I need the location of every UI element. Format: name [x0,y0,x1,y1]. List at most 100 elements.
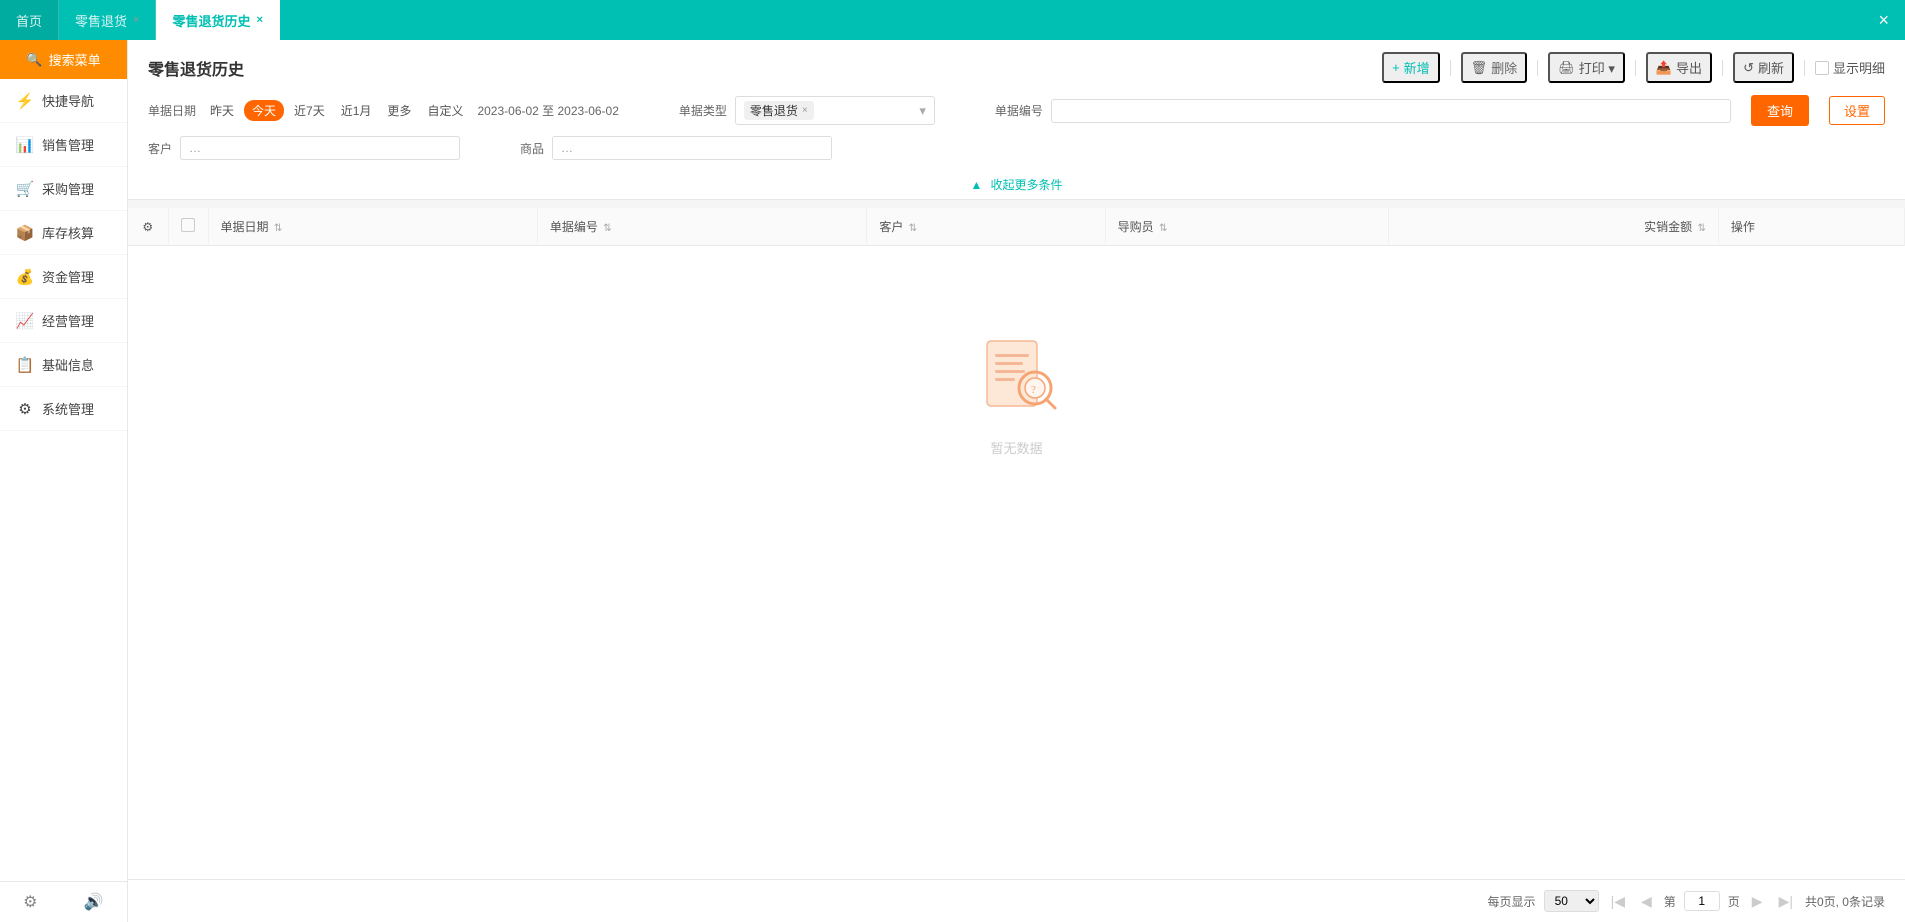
tab-history[interactable]: 零售退货历史 × [156,0,279,40]
sidebar-item-quicknav-label: 快捷导航 [42,91,94,110]
sidebar-item-purchase-label: 采购管理 [42,179,94,198]
delete-button[interactable]: 🗑 删除 [1461,52,1528,83]
th-actual-amount[interactable]: 实销金额 ⇅ [1389,208,1718,246]
print-button[interactable]: 🖨 打印 ▾ [1548,52,1625,83]
th-actual-amount-label: 实销金额 [1644,220,1692,234]
bill-type-tag-remove[interactable]: × [802,105,808,116]
date-opt-today[interactable]: 今天 [244,100,284,121]
window-close-button[interactable]: × [1862,10,1905,31]
sidebar: 🔍 搜索菜单 ⚡ 快捷导航 📊 销售管理 🛒 采购管理 📦 库存核算 💰 [0,40,128,922]
tab-history-close[interactable]: × [256,14,262,26]
detail-checkbox-icon [1815,61,1829,75]
new-icon: + [1392,60,1400,75]
prev-page-btn[interactable]: ◀ [1637,891,1656,912]
date-filter-group: 单据日期 昨天 今天 近7天 近1月 更多 自定义 2023-06-02 至 2… [148,100,619,121]
per-page-select[interactable]: 50 100 200 [1544,890,1599,912]
divider-3 [1635,60,1636,76]
collapse-icon: ▲ [971,178,983,192]
table-container: ⚙ 单据日期 ⇅ 单据编号 ⇅ [128,208,1905,922]
bill-no-input[interactable] [1051,99,1731,123]
show-detail-checkbox[interactable]: 显示明细 [1815,58,1885,77]
tab-home[interactable]: 首页 [0,0,59,40]
th-check[interactable] [168,208,208,246]
tab-return[interactable]: 零售退货 × [59,0,156,40]
date-opt-custom[interactable]: 自定义 [421,100,469,121]
refresh-icon: ↺ [1743,60,1754,76]
empty-text: 暂无数据 [990,438,1042,457]
select-all-checkbox[interactable] [181,218,195,232]
total-info: 共0页, 0条记录 [1805,893,1885,910]
data-table: ⚙ 单据日期 ⇅ 单据编号 ⇅ [128,208,1905,246]
page-input[interactable]: 1 [1684,891,1720,911]
divider-1 [1450,60,1451,76]
tab-home-label: 首页 [16,11,42,30]
sidebar-item-finance[interactable]: 💰 资金管理 [0,255,127,299]
tab-history-label: 零售退货历史 [172,11,250,30]
delete-icon: 🗑 [1471,60,1488,76]
goods-input[interactable]: … [552,136,832,160]
date-opt-yesterday[interactable]: 昨天 [204,100,240,121]
th-date-sort: ⇅ [274,223,282,234]
sidebar-volume-icon[interactable]: 🔊 [84,892,104,912]
collapse-button[interactable]: ▲ 收起更多条件 [148,170,1885,199]
th-actual-amount-sort: ⇅ [1697,223,1705,234]
customer-filter-group: 客户 … [148,136,460,160]
sidebar-item-purchase[interactable]: 🛒 采购管理 [0,167,127,211]
new-label: 新增 [1404,58,1430,77]
empty-state: ? 暂无数据 [128,246,1905,537]
goods-filter-label: 商品 [520,140,544,157]
main-layout: 🔍 搜索菜单 ⚡ 快捷导航 📊 销售管理 🛒 采购管理 📦 库存核算 💰 [0,40,1905,922]
export-button[interactable]: 📤 导出 [1646,52,1712,83]
filter-area: 单据日期 昨天 今天 近7天 近1月 更多 自定义 2023-06-02 至 2… [148,95,1885,199]
bill-type-label: 单据类型 [679,102,727,119]
settings-button[interactable]: 设置 [1829,96,1885,125]
tab-return-close[interactable]: × [133,14,139,26]
sidebar-settings-icon[interactable]: ⚙ [23,892,37,912]
refresh-button[interactable]: ↺ 刷新 [1733,52,1794,83]
bill-type-select[interactable]: 零售退货 × ▾ [735,96,935,125]
th-customer[interactable]: 客户 ⇅ [867,208,1105,246]
bill-no-filter-group: 单据编号 [995,99,1731,123]
goods-filter-group: 商品 … [520,136,832,160]
sidebar-item-inventory[interactable]: 📦 库存核算 [0,211,127,255]
page-unit: 页 [1728,893,1740,910]
last-page-btn[interactable]: ▶| [1775,891,1797,912]
search-icon: 🔍 [26,52,42,68]
customer-input[interactable]: … [180,136,460,160]
system-icon: ⚙ [16,400,34,418]
date-opt-7days[interactable]: 近7天 [288,100,331,121]
sidebar-item-inventory-label: 库存核算 [42,223,94,242]
detail-label: 显示明细 [1833,58,1885,77]
bill-type-filter-group: 单据类型 零售退货 × ▾ [679,96,935,125]
date-opt-more[interactable]: 更多 [381,100,417,121]
first-page-btn[interactable]: |◀ [1607,891,1629,912]
sidebar-item-sales[interactable]: 📊 销售管理 [0,123,127,167]
sidebar-item-basic-info[interactable]: 📋 基础信息 [0,343,127,387]
content-area: 零售退货历史 + 新增 🗑 删除 🖨 打印 ▾ [128,40,1905,922]
date-opt-1month[interactable]: 近1月 [335,100,378,121]
th-operation: 操作 [1718,208,1904,246]
date-options: 昨天 今天 近7天 近1月 更多 自定义 [204,100,469,121]
th-bill-no[interactable]: 单据编号 ⇅ [537,208,866,246]
next-page-btn[interactable]: ▶ [1748,891,1767,912]
divider-2 [1537,60,1538,76]
sidebar-item-operation[interactable]: 📈 经营管理 [0,299,127,343]
sidebar-search[interactable]: 🔍 搜索菜单 [0,40,127,79]
th-customer-label: 客户 [879,220,903,234]
new-button[interactable]: + 新增 [1382,52,1440,83]
query-button[interactable]: 查询 [1751,95,1809,126]
sidebar-item-quicknav[interactable]: ⚡ 快捷导航 [0,79,127,123]
svg-text:?: ? [1031,384,1036,396]
th-settings[interactable]: ⚙ [128,208,168,246]
sidebar-item-system[interactable]: ⚙ 系统管理 [0,387,127,431]
th-guide[interactable]: 导购员 ⇅ [1105,208,1389,246]
tab-list: 首页 零售退货 × 零售退货历史 × [0,0,1862,40]
date-range-value[interactable]: 2023-06-02 至 2023-06-02 [477,102,618,119]
bill-type-dropdown-icon: ▾ [919,103,926,119]
th-date[interactable]: 单据日期 ⇅ [208,208,537,246]
column-settings-icon[interactable]: ⚙ [142,220,153,234]
delete-label: 删除 [1491,58,1517,77]
sidebar-item-operation-label: 经营管理 [42,311,94,330]
page-label: 第 [1664,893,1676,910]
sidebar-item-system-label: 系统管理 [42,399,94,418]
